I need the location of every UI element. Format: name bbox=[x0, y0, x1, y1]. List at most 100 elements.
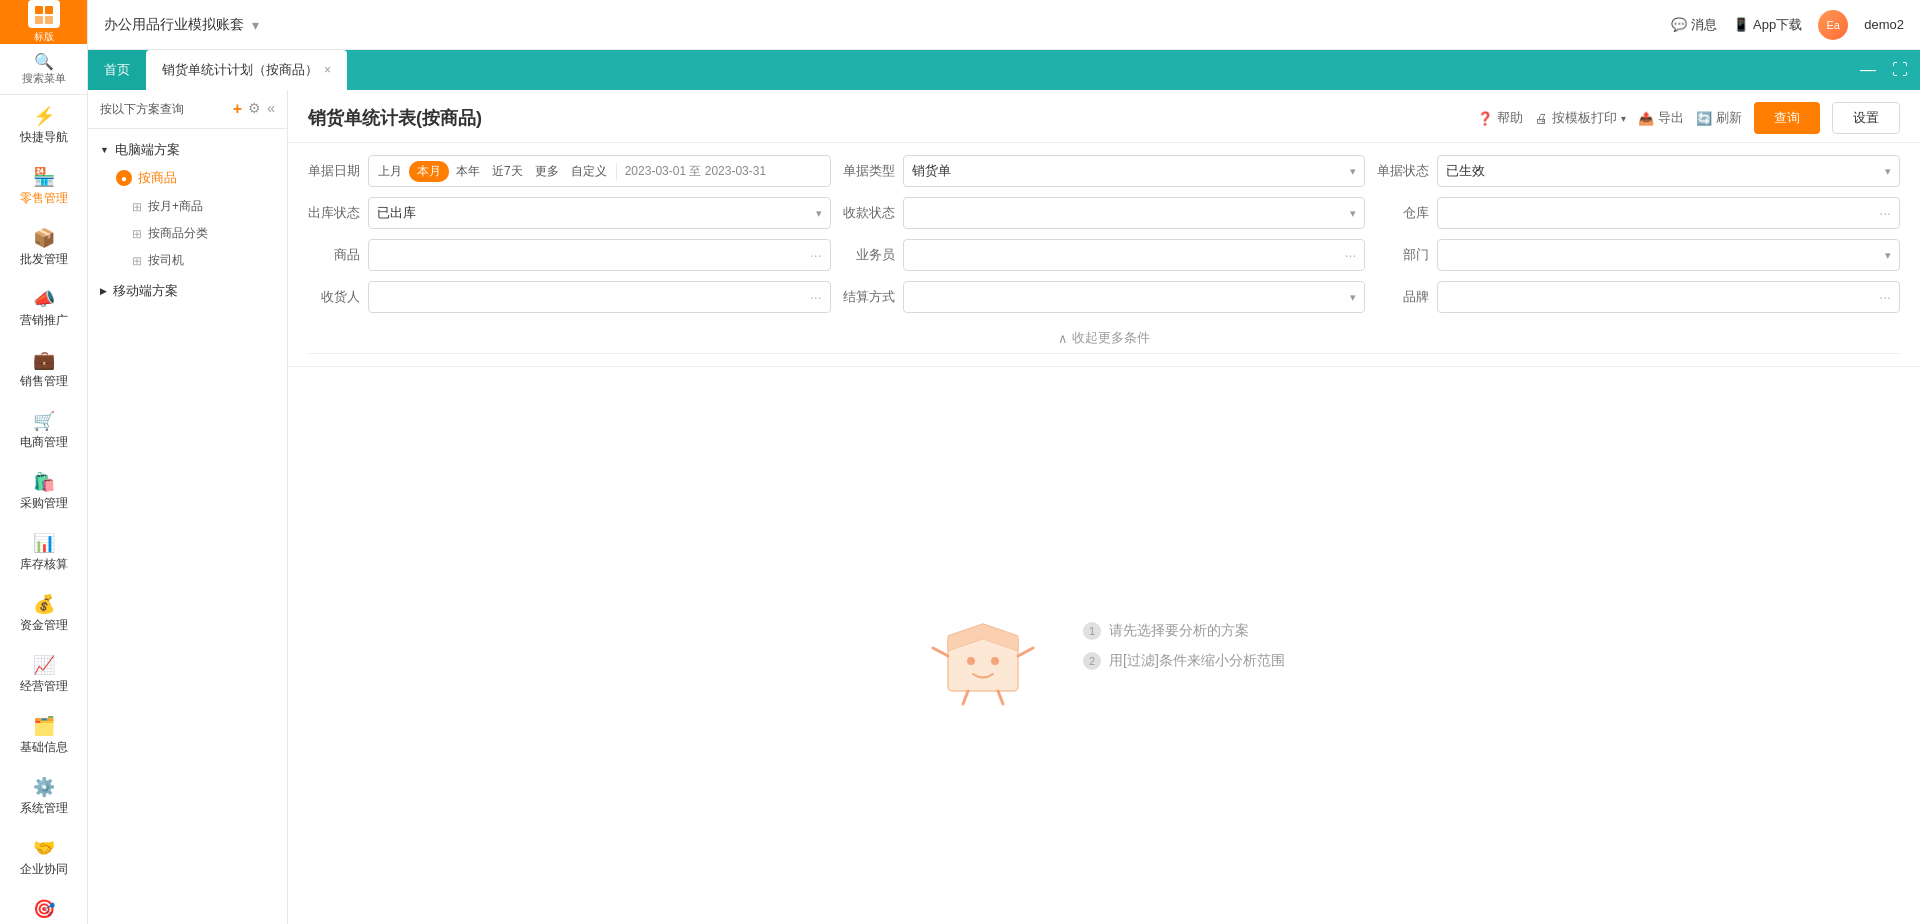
tree-expand-icon: ▼ bbox=[100, 145, 109, 155]
bill-type-label: 单据类型 bbox=[843, 162, 895, 180]
sidebar-item-ecommerce[interactable]: 🛒 电商管理 bbox=[0, 400, 87, 461]
help-label: 帮助 bbox=[1497, 109, 1523, 127]
user-avatar[interactable]: Ea bbox=[1818, 10, 1848, 40]
sidebar-item-retail[interactable]: 🏪 零售管理 bbox=[0, 156, 87, 217]
add-scheme-button[interactable]: + bbox=[233, 100, 242, 118]
refresh-button[interactable]: 🔄 刷新 bbox=[1696, 109, 1742, 127]
newbie-icon: 🎯 bbox=[33, 898, 55, 920]
shortcut-this-year[interactable]: 本年 bbox=[451, 161, 485, 182]
settings-scheme-button[interactable]: ⚙ bbox=[248, 100, 261, 118]
top-header: 办公用品行业模拟账套 ▾ 💬 消息 📱 App下载 Ea demo2 bbox=[88, 0, 1920, 50]
tab-close-button[interactable]: × bbox=[324, 63, 331, 77]
tree-item-by-month-goods[interactable]: ⊞ 按月+商品 bbox=[88, 193, 287, 220]
shortcut-7days[interactable]: 近7天 bbox=[487, 161, 528, 182]
sidebar-item-purchase[interactable]: 🛍️ 采购管理 bbox=[0, 461, 87, 522]
tab-sales-stats[interactable]: 销货单统计计划（按商品） × bbox=[146, 50, 347, 90]
sidebar-item-newbie[interactable]: 🎯 新手引导 bbox=[0, 888, 87, 924]
app-download-button[interactable]: 📱 App下载 bbox=[1733, 16, 1802, 34]
payment-status-select[interactable]: ▾ bbox=[903, 197, 1366, 229]
shortcut-more[interactable]: 更多 bbox=[530, 161, 564, 182]
sidebar-stock-label: 库存核算 bbox=[20, 556, 68, 573]
tree-expand-icon-mobile: ▶ bbox=[100, 286, 107, 296]
industry-label: 办公用品行业模拟账套 bbox=[104, 16, 244, 34]
salesman-select[interactable]: ··· bbox=[903, 239, 1366, 271]
message-label: 消息 bbox=[1691, 16, 1717, 34]
by-month-goods-label: 按月+商品 bbox=[148, 198, 203, 215]
filter-item-payment-status: 收款状态 ▾ bbox=[843, 197, 1366, 229]
warehouse-select[interactable]: ··· bbox=[1437, 197, 1900, 229]
out-status-select[interactable]: 已出库 ▾ bbox=[368, 197, 831, 229]
receiver-dots: ··· bbox=[810, 289, 822, 305]
tab-home[interactable]: 首页 bbox=[88, 50, 146, 90]
user-name: Ea bbox=[1827, 19, 1840, 31]
settings-button[interactable]: 设置 bbox=[1832, 102, 1900, 134]
tree-item-by-goods[interactable]: ● 按商品 bbox=[88, 163, 287, 193]
shortcut-last-month[interactable]: 上月 bbox=[373, 161, 407, 182]
stock-icon: 📊 bbox=[33, 532, 55, 554]
filter-item-date: 单据日期 上月 本月 本年 近7天 更多 自定义 2023-03-01 至 20… bbox=[308, 155, 831, 187]
print-label: 按模板打印 bbox=[1552, 109, 1617, 127]
salesman-label: 业务员 bbox=[843, 246, 895, 264]
left-panel-header: 按以下方案查询 + ⚙ « bbox=[88, 90, 287, 129]
tree-category-pc[interactable]: ▼ 电脑端方案 bbox=[88, 137, 287, 163]
tree-item-by-driver[interactable]: ⊞ 按司机 bbox=[88, 247, 287, 274]
collapse-panel-button[interactable]: « bbox=[267, 100, 275, 118]
message-button[interactable]: 💬 消息 bbox=[1671, 16, 1717, 34]
shortcut-this-month[interactable]: 本月 bbox=[409, 161, 449, 182]
sidebar-wholesale-label: 批发管理 bbox=[20, 251, 68, 268]
bill-type-arrow: ▾ bbox=[1350, 165, 1356, 178]
dept-select[interactable]: ▾ bbox=[1437, 239, 1900, 271]
sidebar-purchase-label: 采购管理 bbox=[20, 495, 68, 512]
receiver-select[interactable]: ··· bbox=[368, 281, 831, 313]
export-button[interactable]: 📤 导出 bbox=[1638, 109, 1684, 127]
sidebar-item-stock[interactable]: 📊 库存核算 bbox=[0, 522, 87, 583]
svg-rect-3 bbox=[45, 16, 53, 24]
shortcut-custom[interactable]: 自定义 bbox=[566, 161, 612, 182]
svg-point-5 bbox=[967, 657, 975, 665]
settlement-select[interactable]: ▾ bbox=[903, 281, 1366, 313]
grid-icon-3: ⊞ bbox=[132, 254, 142, 268]
out-status-label: 出库状态 bbox=[308, 204, 360, 222]
sidebar-item-finance[interactable]: 💰 资金管理 bbox=[0, 583, 87, 644]
sidebar-item-marketing[interactable]: 📣 营销推广 bbox=[0, 278, 87, 339]
filter-item-bill-type: 单据类型 销货单 ▾ bbox=[843, 155, 1366, 187]
print-button[interactable]: 🖨 按模板打印 ▾ bbox=[1535, 109, 1626, 127]
date-label: 单据日期 bbox=[308, 162, 360, 180]
tab-minimize-button[interactable]: — bbox=[1856, 57, 1880, 83]
empty-tips: 1 请先选择要分析的方案 2 用[过滤]条件来缩小分析范围 bbox=[1083, 622, 1285, 670]
query-button[interactable]: 查询 bbox=[1754, 102, 1820, 134]
sidebar-item-quicknav[interactable]: ⚡ 快捷导航 bbox=[0, 95, 87, 156]
brand-select[interactable]: ··· bbox=[1437, 281, 1900, 313]
sidebar-item-system[interactable]: ⚙️ 系统管理 bbox=[0, 766, 87, 827]
sidebar-item-base[interactable]: 🗂️ 基础信息 bbox=[0, 705, 87, 766]
sidebar-retail-label: 零售管理 bbox=[20, 190, 68, 207]
bill-type-select[interactable]: 销货单 ▾ bbox=[903, 155, 1366, 187]
search-menu-item[interactable]: 🔍 搜索菜单 bbox=[0, 44, 87, 95]
industry-selector[interactable]: 办公用品行业模拟账套 ▾ bbox=[104, 16, 259, 34]
sidebar-subtitle: 标版 bbox=[34, 30, 54, 44]
sidebar-item-enterprise[interactable]: 🤝 企业协同 bbox=[0, 827, 87, 888]
sidebar-item-ops[interactable]: 📈 经营管理 bbox=[0, 644, 87, 705]
mobile-icon: 📱 bbox=[1733, 17, 1749, 32]
tree-category-mobile[interactable]: ▶ 移动端方案 bbox=[88, 278, 287, 304]
bill-status-select[interactable]: 已生效 ▾ bbox=[1437, 155, 1900, 187]
top-header-right: 💬 消息 📱 App下载 Ea demo2 bbox=[1671, 10, 1904, 40]
collapse-conditions-button[interactable]: ∧ 收起更多条件 bbox=[1058, 329, 1150, 347]
tab-maximize-button[interactable]: ⛶ bbox=[1888, 57, 1912, 83]
refresh-icon: 🔄 bbox=[1696, 111, 1712, 126]
goods-select[interactable]: ··· bbox=[368, 239, 831, 271]
warehouse-label: 仓库 bbox=[1377, 204, 1429, 222]
receiver-label: 收货人 bbox=[308, 288, 360, 306]
retail-icon: 🏪 bbox=[33, 166, 55, 188]
right-content: 销货单统计表(按商品) ❓ 帮助 🖨 按模板打印 ▾ 📤 导出 bbox=[288, 90, 1920, 924]
date-filter[interactable]: 上月 本月 本年 近7天 更多 自定义 2023-03-01 至 2023-03… bbox=[368, 155, 831, 187]
home-tab-label: 首页 bbox=[104, 61, 130, 79]
sidebar-item-wholesale[interactable]: 📦 批发管理 bbox=[0, 217, 87, 278]
sidebar-item-sales[interactable]: 💼 销售管理 bbox=[0, 339, 87, 400]
tree-item-by-category[interactable]: ⊞ 按商品分类 bbox=[88, 220, 287, 247]
tip-2-text: 用[过滤]条件来缩小分析范围 bbox=[1109, 652, 1285, 670]
finance-icon: 💰 bbox=[33, 593, 55, 615]
marketing-icon: 📣 bbox=[33, 288, 55, 310]
empty-illustration bbox=[923, 586, 1043, 706]
help-button[interactable]: ❓ 帮助 bbox=[1477, 109, 1523, 127]
